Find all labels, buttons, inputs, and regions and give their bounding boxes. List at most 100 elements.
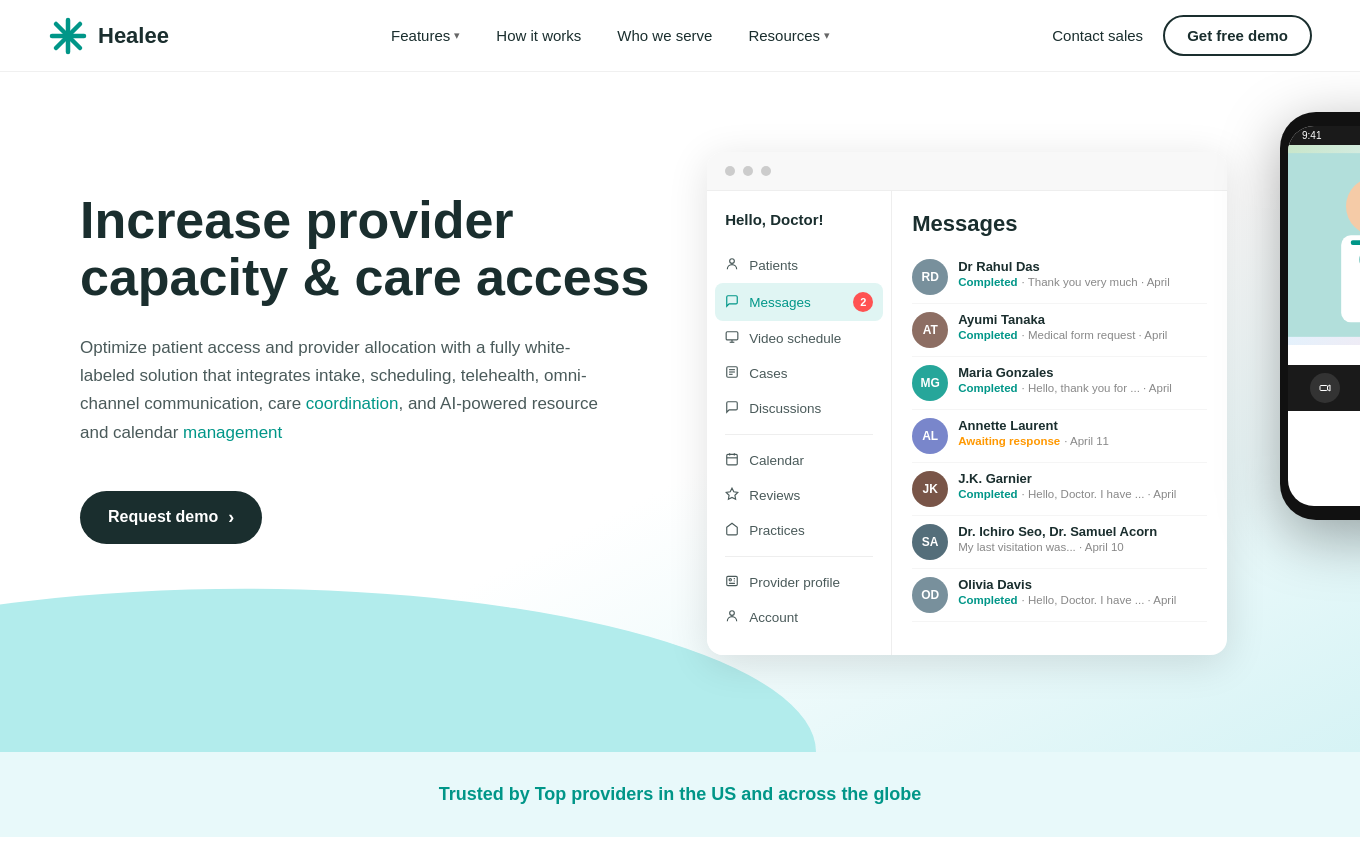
nav-features[interactable]: Features ▾ (391, 27, 460, 44)
sidebar-divider (725, 434, 873, 435)
request-demo-button[interactable]: Request demo › (80, 491, 262, 544)
sidebar-label-messages: Messages (749, 295, 811, 310)
messages-panel-title: Messages (912, 211, 1207, 237)
message-item-1[interactable]: RD Dr Rahul Das Completed · Thank you ve… (912, 251, 1207, 304)
contact-sales-link[interactable]: Contact sales (1052, 27, 1143, 44)
chevron-down-icon: ▾ (454, 29, 460, 42)
svg-rect-23 (1320, 386, 1328, 391)
avatar-annette: AL (912, 418, 948, 454)
video-toggle-button[interactable] (1310, 373, 1340, 403)
sidebar-label-account: Account (749, 610, 798, 625)
chevron-down-icon: ▾ (824, 29, 830, 42)
status-7: Completed (958, 594, 1017, 606)
svg-rect-18 (1341, 235, 1360, 322)
message-item-3[interactable]: MG Maria Gonzales Completed · Hello, tha… (912, 357, 1207, 410)
msg-name-3: Maria Gonzales (958, 365, 1207, 380)
message-item-4[interactable]: AL Annette Laurent Awaiting response · A… (912, 410, 1207, 463)
discussions-icon (725, 400, 739, 417)
sidebar-label-video: Video schedule (749, 331, 841, 346)
message-item-5[interactable]: JK J.K. Garnier Completed · Hello, Docto… (912, 463, 1207, 516)
sidebar-item-video-schedule[interactable]: Video schedule (707, 321, 891, 356)
msg-row-7: Completed · Hello, Doctor. I have ... · … (958, 594, 1207, 606)
avatar-maria: MG (912, 365, 948, 401)
messages-icon (725, 294, 739, 311)
msg-content-3: Maria Gonzales Completed · Hello, thank … (958, 365, 1207, 394)
message-item-7[interactable]: OD Olivia Davis Completed · Hello, Docto… (912, 569, 1207, 622)
messages-panel: Messages RD Dr Rahul Das Completed · Tha… (892, 191, 1227, 655)
reviews-icon (725, 487, 739, 504)
msg-name-2: Ayumi Tanaka (958, 312, 1207, 327)
cases-icon (725, 365, 739, 382)
sidebar-item-reviews[interactable]: Reviews (707, 478, 891, 513)
svg-point-14 (729, 579, 731, 581)
sidebar-item-account[interactable]: Account (707, 600, 891, 635)
message-item-6[interactable]: SA Dr. Ichiro Seo, Dr. Samuel Acorn My l… (912, 516, 1207, 569)
care-coordination-link[interactable]: coordination (306, 394, 399, 413)
sidebar-divider-2 (725, 556, 873, 557)
sidebar-item-practices[interactable]: Practices (707, 513, 891, 548)
avatar-rahul: RD (912, 259, 948, 295)
sidebar-label-reviews: Reviews (749, 488, 800, 503)
msg-name-4: Annette Laurent (958, 418, 1207, 433)
hero-left: Increase provider capacity & care access… (0, 72, 707, 624)
status-3: Completed (958, 382, 1017, 394)
msg-preview-4: · April 11 (1064, 435, 1109, 447)
phone-time: 9:41 (1302, 130, 1321, 141)
logo-text: Healee (98, 23, 169, 49)
dot-1 (725, 166, 735, 176)
hero-section: Increase provider capacity & care access… (0, 72, 1360, 752)
sidebar-item-discussions[interactable]: Discussions (707, 391, 891, 426)
status-2: Completed (958, 329, 1017, 341)
trusted-section: Trusted by Top providers in the US and a… (0, 752, 1360, 837)
phone-call-controls (1288, 365, 1360, 411)
calendar-icon (725, 452, 739, 469)
status-1: Completed (958, 276, 1017, 288)
msg-preview-6: My last visitation was... · April 10 (958, 541, 1124, 553)
provider-profile-icon (725, 574, 739, 591)
status-4: Awaiting response (958, 435, 1060, 447)
sidebar-label-calendar: Calendar (749, 453, 804, 468)
svg-marker-24 (1328, 385, 1331, 391)
msg-preview-3: · Hello, thank you for ... · April (1022, 382, 1172, 394)
get-free-demo-button[interactable]: Get free demo (1163, 15, 1312, 56)
avatar-ayumi: AT (912, 312, 948, 348)
msg-content-5: J.K. Garnier Completed · Hello, Doctor. … (958, 471, 1207, 500)
svg-rect-19 (1351, 240, 1360, 245)
hero-title: Increase provider capacity & care access (80, 192, 659, 306)
status-5: Completed (958, 488, 1017, 500)
avatar-jk: JK (912, 471, 948, 507)
msg-content-7: Olivia Davis Completed · Hello, Doctor. … (958, 577, 1207, 606)
practices-icon (725, 522, 739, 539)
svg-rect-8 (727, 454, 738, 465)
account-icon (725, 609, 739, 626)
msg-preview-7: · Hello, Doctor. I have ... · April (1022, 594, 1177, 606)
svg-rect-13 (727, 576, 738, 585)
msg-preview-5: · Hello, Doctor. I have ... · April (1022, 488, 1177, 500)
sidebar-item-patients[interactable]: Patients (707, 248, 891, 283)
nav-who-we-serve[interactable]: Who we serve (617, 27, 712, 44)
calendar-management-link[interactable]: management (183, 423, 282, 442)
message-item-2[interactable]: AT Ayumi Tanaka Completed · Medical form… (912, 304, 1207, 357)
phone-mockup: 9:41 ●●● (1280, 112, 1360, 520)
messages-badge: 2 (853, 292, 873, 312)
sidebar-label-patients: Patients (749, 258, 798, 273)
sidebar-item-calendar[interactable]: Calendar (707, 443, 891, 478)
avatar-seo: SA (912, 524, 948, 560)
sidebar-item-messages[interactable]: Messages 2 (715, 283, 883, 321)
sidebar-label-provider: Provider profile (749, 575, 840, 590)
msg-row-3: Completed · Hello, thank you for ... · A… (958, 382, 1207, 394)
nav-resources[interactable]: Resources ▾ (748, 27, 830, 44)
navbar: Healee Features ▾ How it works Who we se… (0, 0, 1360, 72)
msg-preview-2: · Medical form request · April (1022, 329, 1168, 341)
logo[interactable]: Healee (48, 16, 169, 56)
sidebar-item-cases[interactable]: Cases (707, 356, 891, 391)
sidebar-label-cases: Cases (749, 366, 787, 381)
phone-video-area (1288, 145, 1360, 345)
svg-point-0 (730, 259, 735, 264)
sidebar-item-provider-profile[interactable]: Provider profile (707, 565, 891, 600)
nav-links: Features ▾ How it works Who we serve Res… (391, 27, 830, 44)
msg-content-2: Ayumi Tanaka Completed · Medical form re… (958, 312, 1207, 341)
msg-content-4: Annette Laurent Awaiting response · Apri… (958, 418, 1207, 447)
nav-how-it-works[interactable]: How it works (496, 27, 581, 44)
msg-preview-1: · Thank you very much · April (1022, 276, 1170, 288)
